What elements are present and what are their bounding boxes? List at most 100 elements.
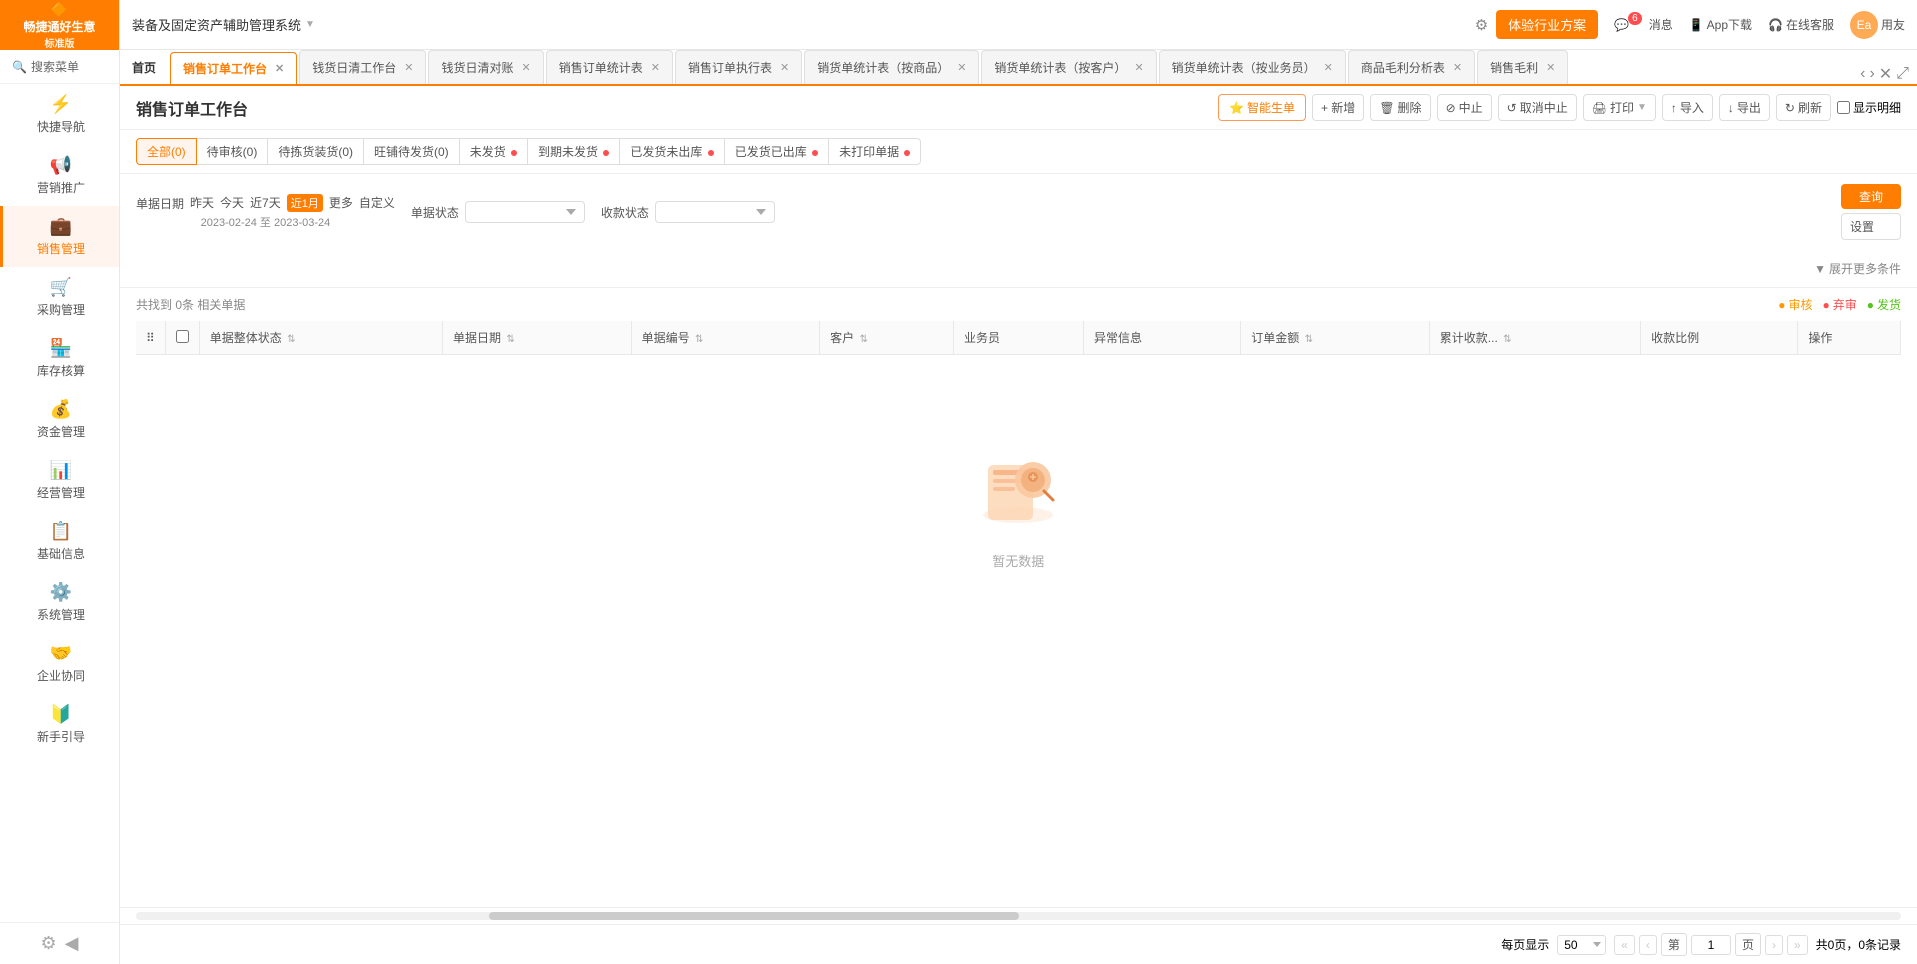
tab-close-icon[interactable]: ✕	[780, 61, 789, 74]
bill-status-select[interactable]	[465, 201, 585, 223]
approve-action[interactable]: ● 审核	[1778, 296, 1812, 313]
filter-tab-pending-review[interactable]: 待审核(0)	[196, 138, 269, 165]
tab-sales-profit[interactable]: 销售毛利 ✕	[1477, 50, 1568, 84]
tab-close-icon[interactable]: ✕	[1453, 61, 1462, 74]
sidebar-item-sales[interactable]: 💼 销售管理	[0, 206, 119, 267]
tab-cash-daily[interactable]: 钱货日清工作台 ✕	[299, 50, 426, 84]
col-customer[interactable]: 客户 ⇅	[820, 321, 954, 355]
date-option-month[interactable]: 近1月	[287, 194, 323, 212]
col-check[interactable]	[165, 321, 199, 355]
page-size-select[interactable]: 50 20 100	[1557, 935, 1606, 955]
filter-tab-expired[interactable]: 到期未发货	[527, 138, 620, 165]
filter-tab-not-printed[interactable]: 未打印单据	[828, 138, 921, 165]
settings-icon[interactable]: ⚙	[41, 933, 57, 954]
topbar: 装备及固定资产辅助管理系统 ▼ ⚙ 体验行业方案 💬 6 消息 📱 App下载 …	[120, 0, 1917, 50]
sidebar-item-enterprise[interactable]: 🤝 企业协同	[0, 633, 119, 694]
next-page-button[interactable]: ›	[1765, 935, 1783, 955]
filter-tab-not-shipped[interactable]: 未发货	[459, 138, 528, 165]
show-detail-checkbox[interactable]	[1837, 101, 1850, 114]
topbar-gear-icon[interactable]: ⚙	[1475, 16, 1488, 34]
new-button[interactable]: + 新增	[1312, 94, 1364, 121]
industry-button[interactable]: 体验行业方案	[1496, 10, 1598, 39]
tab-scroll-left-icon[interactable]: ‹	[1860, 65, 1865, 83]
sidebar-item-purchase[interactable]: 🛒 采购管理	[0, 267, 119, 328]
expand-more-button[interactable]: ▼ 展开更多条件	[1814, 260, 1901, 277]
scroll-thumb[interactable]	[489, 912, 1019, 920]
system-dropdown-arrow[interactable]: ▼	[305, 19, 315, 30]
stop-button[interactable]: ⊘ 中止	[1437, 94, 1492, 121]
tab-close-icon[interactable]: ✕	[1134, 61, 1143, 74]
tab-cash-reconcile[interactable]: 钱货日清对账 ✕	[428, 50, 543, 84]
sidebar-item-quick-nav[interactable]: ⚡ 快捷导航	[0, 84, 119, 145]
prev-page-button[interactable]: ‹	[1639, 935, 1657, 955]
tab-close-all-icon[interactable]: ✕	[1879, 64, 1892, 84]
sidebar-item-inventory[interactable]: 🏪 库存核算	[0, 328, 119, 389]
payment-status-select[interactable]	[655, 201, 775, 223]
col-collected[interactable]: 累计收款... ⇅	[1429, 321, 1640, 355]
tab-gross-profit[interactable]: 商品毛利分析表 ✕	[1348, 50, 1475, 84]
tab-home[interactable]: 首页	[120, 50, 168, 84]
sidebar-item-system[interactable]: ⚙️ 系统管理	[0, 572, 119, 633]
export-button[interactable]: ↓ 导出	[1719, 94, 1770, 121]
sidebar-item-guide[interactable]: 🔰 新手引导	[0, 694, 119, 755]
tab-expand-icon[interactable]: ⤢	[1896, 65, 1909, 83]
select-all-checkbox[interactable]	[176, 330, 189, 343]
first-page-button[interactable]: «	[1614, 935, 1635, 955]
user-action[interactable]: Ea 用友	[1850, 11, 1905, 39]
sidebar-search[interactable]: 🔍 搜索菜单	[0, 50, 119, 84]
sidebar-item-marketing[interactable]: 📢 营销推广	[0, 145, 119, 206]
filter-tab-shipped-out[interactable]: 已发货已出库	[724, 138, 829, 165]
refresh-button[interactable]: ↻ 刷新	[1776, 94, 1831, 121]
collapse-icon[interactable]: ◀	[65, 933, 79, 954]
tab-close-icon[interactable]: ✕	[275, 62, 284, 75]
online-service-action[interactable]: 🎧 在线客服	[1768, 16, 1834, 33]
smart-generate-button[interactable]: ⭐ 智能生单	[1218, 94, 1306, 121]
page-title: 销售订单工作台	[136, 96, 248, 120]
filter-tab-shipped-not-out[interactable]: 已发货未出库	[619, 138, 724, 165]
print-button[interactable]: 🖨 打印 ▼	[1583, 94, 1656, 121]
date-option-more[interactable]: 更多	[329, 194, 353, 212]
tab-close-icon[interactable]: ✕	[651, 61, 660, 74]
col-exception[interactable]: 异常信息	[1083, 321, 1240, 355]
delete-button[interactable]: 🗑 删除	[1370, 94, 1430, 121]
col-bill-no[interactable]: 单据编号 ⇅	[631, 321, 820, 355]
tab-sales-order-exec[interactable]: 销售订单执行表 ✕	[675, 50, 802, 84]
date-option-custom[interactable]: 自定义	[359, 194, 395, 212]
date-option-yesterday[interactable]: 昨天	[190, 194, 214, 212]
message-action[interactable]: 💬 6 消息	[1614, 16, 1673, 33]
ship-action[interactable]: ● 发货	[1867, 296, 1901, 313]
filter-tab-all[interactable]: 全部(0)	[136, 138, 197, 165]
tab-close-icon[interactable]: ✕	[522, 61, 531, 74]
settings-button[interactable]: 设置	[1841, 213, 1901, 240]
sidebar-item-basic[interactable]: 📋 基础信息	[0, 511, 119, 572]
col-bill-date[interactable]: 单据日期 ⇅	[443, 321, 632, 355]
tab-close-icon[interactable]: ✕	[1324, 61, 1333, 74]
tab-sales-stats-product[interactable]: 销货单统计表（按商品） ✕	[804, 50, 979, 84]
page-number-input[interactable]	[1691, 935, 1731, 955]
col-staff[interactable]: 业务员	[954, 321, 1084, 355]
enterprise-icon: 🤝	[50, 643, 72, 664]
last-page-button[interactable]: »	[1787, 935, 1808, 955]
date-option-7days[interactable]: 近7天	[250, 194, 281, 212]
reject-action[interactable]: ● 弃审	[1822, 296, 1856, 313]
tab-sales-stats-customer[interactable]: 销货单统计表（按客户） ✕	[981, 50, 1156, 84]
tab-close-icon[interactable]: ✕	[957, 61, 966, 74]
col-bill-status[interactable]: 单据整体状态 ⇅	[199, 321, 442, 355]
tab-sales-order-stats[interactable]: 销售订单统计表 ✕	[546, 50, 673, 84]
query-button[interactable]: 查询	[1841, 184, 1901, 209]
date-option-today[interactable]: 今天	[220, 194, 244, 212]
tab-close-icon[interactable]: ✕	[1546, 61, 1555, 74]
sidebar-item-finance[interactable]: 💰 资金管理	[0, 389, 119, 450]
filter-tab-pending-inspect[interactable]: 待拣货装货(0)	[267, 138, 364, 165]
tab-close-icon[interactable]: ✕	[404, 61, 413, 74]
tab-scroll-right-icon[interactable]: ›	[1869, 65, 1874, 83]
tab-sales-order-workbench[interactable]: 销售订单工作台 ✕	[170, 52, 297, 86]
cancel-stop-button[interactable]: ↺ 取消中止	[1498, 94, 1577, 121]
sidebar-item-operations[interactable]: 📊 经营管理	[0, 450, 119, 511]
filter-tab-wangpu[interactable]: 旺铺待发货(0)	[363, 138, 460, 165]
import-button[interactable]: ↑ 导入	[1662, 94, 1713, 121]
horizontal-scrollbar[interactable]	[136, 912, 1901, 920]
tab-sales-stats-staff[interactable]: 销货单统计表（按业务员） ✕	[1159, 50, 1346, 84]
app-download-action[interactable]: 📱 App下载	[1689, 16, 1752, 33]
col-amount[interactable]: 订单金额 ⇅	[1241, 321, 1430, 355]
